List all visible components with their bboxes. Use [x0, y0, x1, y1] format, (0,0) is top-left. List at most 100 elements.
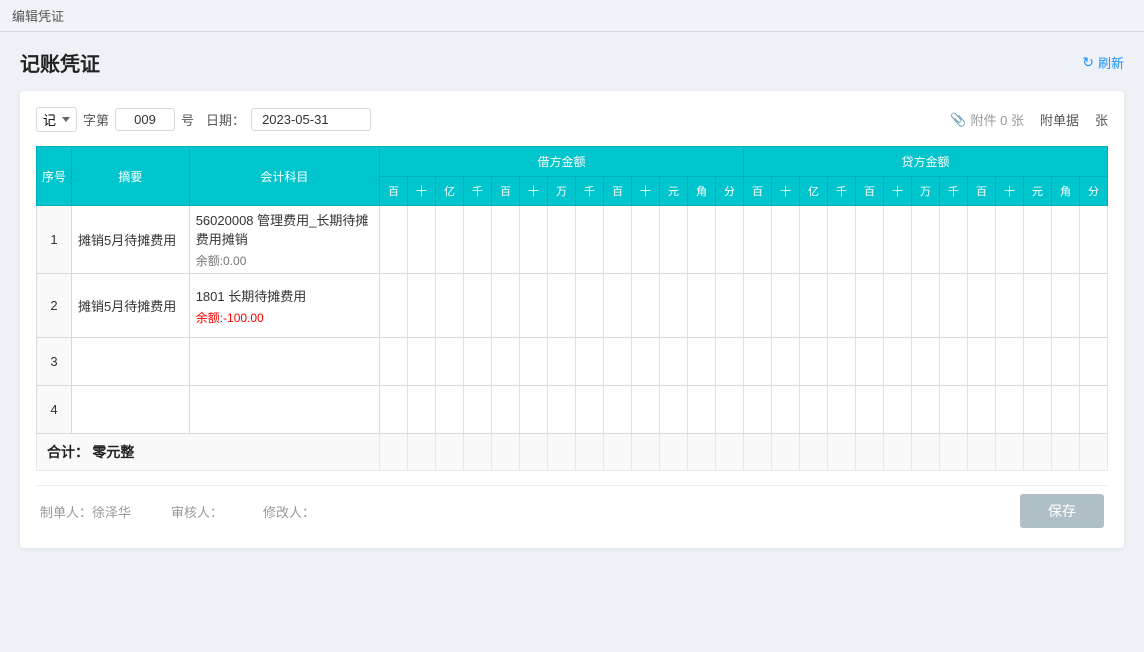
- debit-digit-11[interactable]: [660, 386, 688, 434]
- debit-digit-2[interactable]: [408, 338, 436, 386]
- credit-digit-8[interactable]: [940, 338, 968, 386]
- credit-digit-1[interactable]: [744, 338, 772, 386]
- credit-digit-11[interactable]: [1024, 274, 1052, 338]
- credit-digit-3[interactable]: [800, 386, 828, 434]
- credit-digit-10[interactable]: [996, 386, 1024, 434]
- debit-digit-4[interactable]: [464, 386, 492, 434]
- credit-digit-2[interactable]: [772, 386, 800, 434]
- credit-digit-12[interactable]: [1052, 386, 1080, 434]
- credit-digit-5[interactable]: [856, 274, 884, 338]
- credit-digit-3[interactable]: [800, 338, 828, 386]
- credit-digit-4[interactable]: [828, 338, 856, 386]
- credit-digit-10[interactable]: [996, 274, 1024, 338]
- credit-digit-2[interactable]: [772, 206, 800, 274]
- credit-digit-10[interactable]: [996, 338, 1024, 386]
- debit-digit-10[interactable]: [632, 386, 660, 434]
- credit-digit-6[interactable]: [884, 274, 912, 338]
- debit-digit-1[interactable]: [380, 338, 408, 386]
- debit-digit-12[interactable]: [688, 274, 716, 338]
- debit-digit-9[interactable]: [604, 386, 632, 434]
- summary-cell[interactable]: 摊销5月待摊费用: [72, 206, 190, 274]
- credit-digit-7[interactable]: [912, 338, 940, 386]
- debit-digit-8[interactable]: [576, 338, 604, 386]
- debit-digit-1[interactable]: [380, 206, 408, 274]
- debit-digit-1[interactable]: [380, 274, 408, 338]
- debit-digit-4[interactable]: [464, 274, 492, 338]
- account-cell[interactable]: 56020008 管理费用_长期待摊费用摊销余额:0.00: [189, 206, 379, 274]
- credit-digit-13[interactable]: [1080, 206, 1108, 274]
- debit-digit-12[interactable]: [688, 206, 716, 274]
- credit-digit-12[interactable]: [1052, 274, 1080, 338]
- credit-digit-10[interactable]: [996, 206, 1024, 274]
- debit-digit-9[interactable]: [604, 206, 632, 274]
- debit-digit-13[interactable]: [716, 274, 744, 338]
- credit-digit-2[interactable]: [772, 338, 800, 386]
- credit-digit-3[interactable]: [800, 206, 828, 274]
- debit-digit-9[interactable]: [604, 274, 632, 338]
- credit-digit-9[interactable]: [968, 206, 996, 274]
- credit-digit-13[interactable]: [1080, 338, 1108, 386]
- debit-digit-9[interactable]: [604, 338, 632, 386]
- credit-digit-6[interactable]: [884, 206, 912, 274]
- debit-digit-4[interactable]: [464, 206, 492, 274]
- credit-digit-2[interactable]: [772, 274, 800, 338]
- debit-digit-10[interactable]: [632, 274, 660, 338]
- credit-digit-3[interactable]: [800, 274, 828, 338]
- debit-digit-5[interactable]: [492, 386, 520, 434]
- credit-digit-5[interactable]: [856, 338, 884, 386]
- debit-digit-3[interactable]: [436, 386, 464, 434]
- debit-digit-6[interactable]: [520, 206, 548, 274]
- debit-digit-4[interactable]: [464, 338, 492, 386]
- fudanju-link[interactable]: 附单据: [1040, 110, 1079, 129]
- credit-digit-13[interactable]: [1080, 274, 1108, 338]
- credit-digit-5[interactable]: [856, 386, 884, 434]
- credit-digit-11[interactable]: [1024, 386, 1052, 434]
- credit-digit-1[interactable]: [744, 206, 772, 274]
- save-button[interactable]: 保存: [1020, 494, 1104, 528]
- credit-digit-8[interactable]: [940, 206, 968, 274]
- credit-digit-8[interactable]: [940, 386, 968, 434]
- debit-digit-11[interactable]: [660, 274, 688, 338]
- credit-digit-7[interactable]: [912, 206, 940, 274]
- credit-digit-6[interactable]: [884, 338, 912, 386]
- debit-digit-5[interactable]: [492, 206, 520, 274]
- date-input[interactable]: [251, 108, 371, 131]
- debit-digit-7[interactable]: [548, 386, 576, 434]
- credit-digit-7[interactable]: [912, 274, 940, 338]
- debit-digit-8[interactable]: [576, 386, 604, 434]
- debit-digit-2[interactable]: [408, 386, 436, 434]
- debit-digit-10[interactable]: [632, 206, 660, 274]
- debit-digit-8[interactable]: [576, 206, 604, 274]
- debit-digit-7[interactable]: [548, 206, 576, 274]
- debit-digit-6[interactable]: [520, 386, 548, 434]
- debit-digit-6[interactable]: [520, 338, 548, 386]
- credit-digit-9[interactable]: [968, 386, 996, 434]
- account-cell[interactable]: [189, 338, 379, 386]
- debit-digit-3[interactable]: [436, 274, 464, 338]
- attachment-link[interactable]: 📎 附件 0 张: [950, 110, 1024, 129]
- debit-digit-11[interactable]: [660, 206, 688, 274]
- debit-digit-1[interactable]: [380, 386, 408, 434]
- credit-digit-12[interactable]: [1052, 206, 1080, 274]
- credit-digit-11[interactable]: [1024, 338, 1052, 386]
- ji-select[interactable]: 记: [36, 107, 77, 132]
- credit-digit-1[interactable]: [744, 274, 772, 338]
- debit-digit-2[interactable]: [408, 206, 436, 274]
- credit-digit-8[interactable]: [940, 274, 968, 338]
- credit-digit-6[interactable]: [884, 386, 912, 434]
- debit-digit-13[interactable]: [716, 386, 744, 434]
- credit-digit-4[interactable]: [828, 206, 856, 274]
- debit-digit-2[interactable]: [408, 274, 436, 338]
- debit-digit-5[interactable]: [492, 338, 520, 386]
- credit-digit-11[interactable]: [1024, 206, 1052, 274]
- credit-digit-12[interactable]: [1052, 338, 1080, 386]
- debit-digit-7[interactable]: [548, 338, 576, 386]
- debit-digit-13[interactable]: [716, 206, 744, 274]
- debit-digit-12[interactable]: [688, 386, 716, 434]
- account-cell[interactable]: [189, 386, 379, 434]
- credit-digit-4[interactable]: [828, 386, 856, 434]
- account-cell[interactable]: 1801 长期待摊费用余额:-100.00: [189, 274, 379, 338]
- debit-digit-11[interactable]: [660, 338, 688, 386]
- debit-digit-7[interactable]: [548, 274, 576, 338]
- debit-digit-10[interactable]: [632, 338, 660, 386]
